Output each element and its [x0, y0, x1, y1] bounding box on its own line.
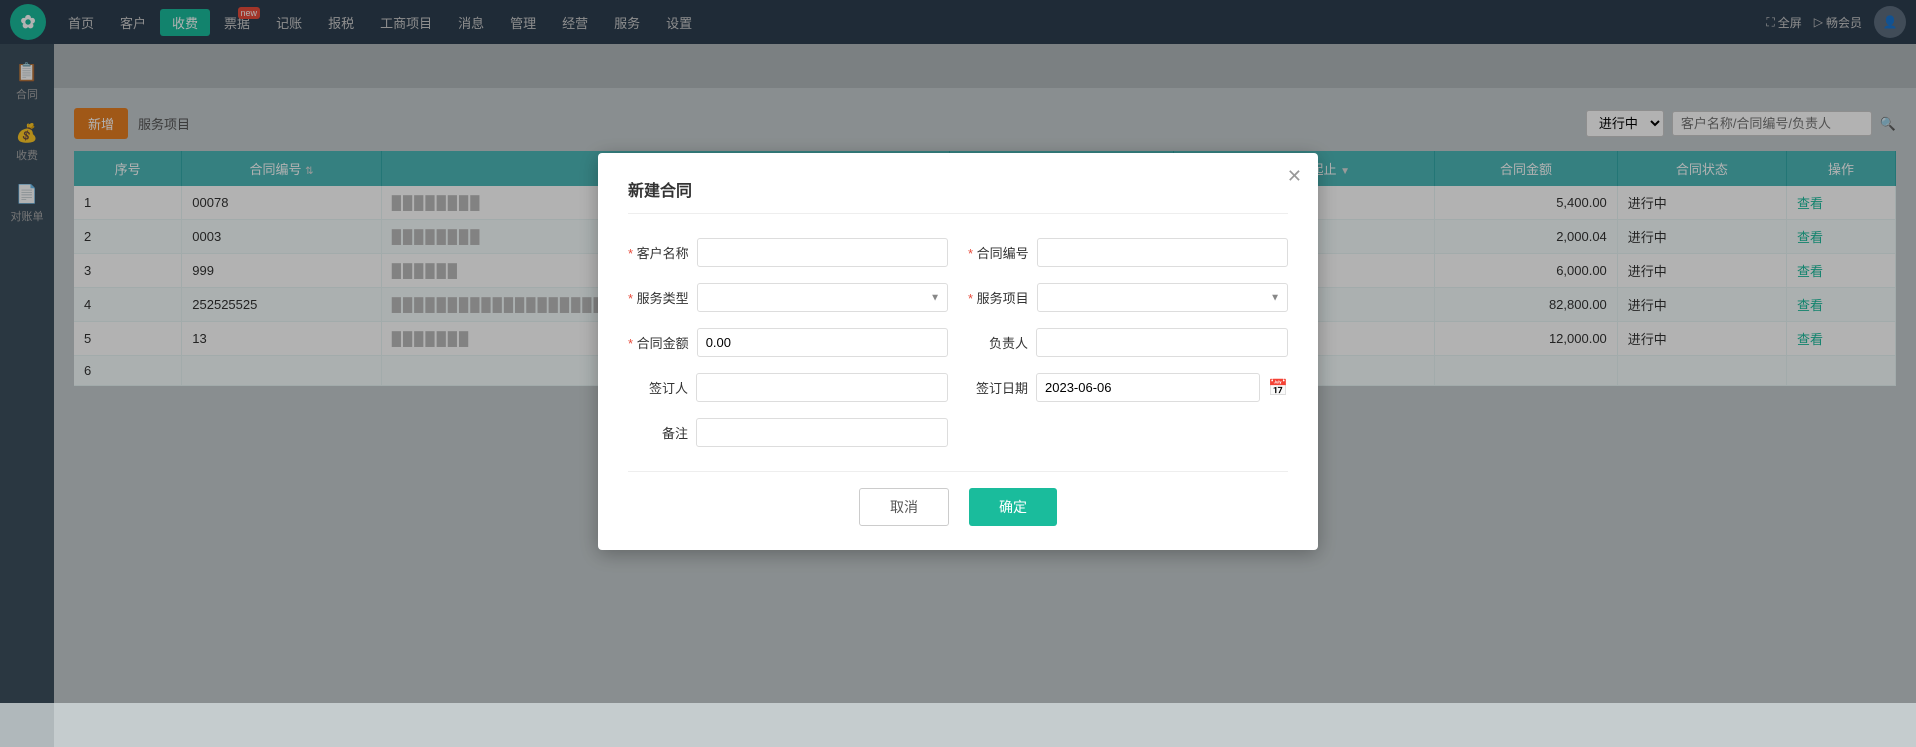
form-group-signer: 签订人: [628, 373, 948, 402]
label-sign-date: 签订日期: [968, 378, 1028, 397]
label-contract-no: 合同编号: [968, 243, 1029, 262]
label-responsible: 负责人: [968, 333, 1028, 352]
form-row-4: 签订人 签订日期 📅: [628, 373, 1288, 402]
form-group-remarks: 备注: [628, 418, 948, 447]
modal-overlay[interactable]: 新建合同 ✕ 客户名称 合同编号 服务类型: [0, 0, 1916, 703]
input-amount[interactable]: [697, 328, 948, 357]
modal-title: 新建合同: [628, 177, 1288, 214]
form-group-service-type: 服务类型: [628, 283, 948, 312]
select-wrapper-service-item: [1037, 283, 1288, 312]
new-contract-modal: 新建合同 ✕ 客户名称 合同编号 服务类型: [598, 153, 1318, 550]
form-group-contract-no: 合同编号: [968, 238, 1288, 267]
modal-close-button[interactable]: ✕: [1287, 167, 1302, 185]
label-signer: 签订人: [628, 378, 688, 397]
label-service-type: 服务类型: [628, 288, 689, 307]
form-group-sign-date: 签订日期 📅: [968, 373, 1288, 402]
form-row-5: 备注: [628, 418, 1288, 447]
form-row-2: 服务类型 服务项目: [628, 283, 1288, 312]
confirm-button[interactable]: 确定: [969, 488, 1057, 526]
input-contract-no[interactable]: [1037, 238, 1288, 267]
cancel-button[interactable]: 取消: [859, 488, 949, 526]
label-remarks: 备注: [628, 423, 688, 442]
input-customer-name[interactable]: [697, 238, 948, 267]
label-customer-name: 客户名称: [628, 243, 689, 262]
form-group-service-item: 服务项目: [968, 283, 1288, 312]
label-service-item: 服务项目: [968, 288, 1029, 307]
input-remarks[interactable]: [696, 418, 948, 447]
form-row-3: 合同金额 负责人: [628, 328, 1288, 357]
select-service-item[interactable]: [1037, 283, 1288, 312]
select-service-type[interactable]: [697, 283, 948, 312]
modal-footer: 取消 确定: [628, 471, 1288, 526]
label-amount: 合同金额: [628, 333, 689, 352]
input-signer[interactable]: [696, 373, 948, 402]
form-group-customer-name: 客户名称: [628, 238, 948, 267]
calendar-icon[interactable]: 📅: [1268, 378, 1288, 398]
form-row-1: 客户名称 合同编号: [628, 238, 1288, 267]
form-group-responsible: 负责人: [968, 328, 1288, 357]
select-wrapper-service-type: [697, 283, 948, 312]
input-responsible[interactable]: [1036, 328, 1288, 357]
form-group-amount: 合同金额: [628, 328, 948, 357]
input-sign-date[interactable]: [1036, 373, 1260, 402]
